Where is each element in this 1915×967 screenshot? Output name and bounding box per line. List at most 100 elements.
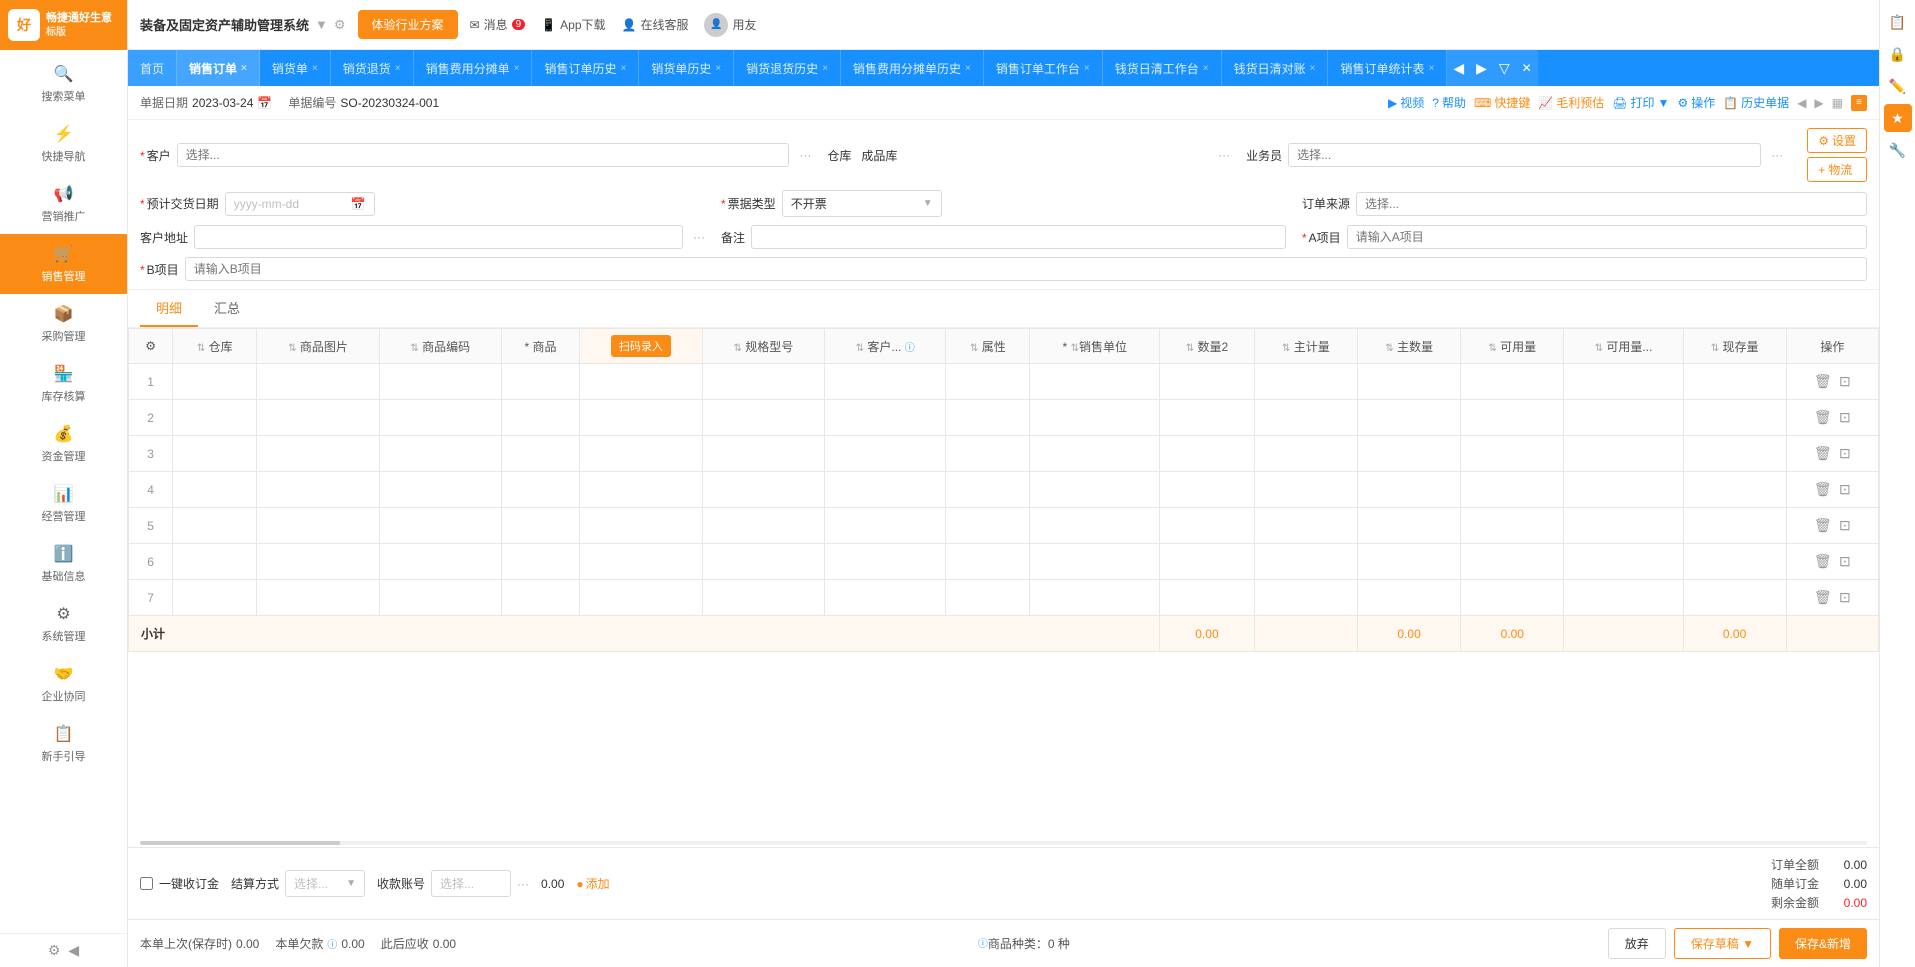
nav-prev-icon[interactable]: ◀ (1797, 96, 1806, 110)
tab-close-icon[interactable]: × (822, 63, 828, 74)
auto-collect-checkbox[interactable] (140, 877, 153, 890)
warehouse-dots[interactable]: ··· (1218, 148, 1230, 162)
delete-row-btn[interactable]: 🗑 (1812, 479, 1834, 500)
th-settings[interactable]: ⚙ (129, 329, 173, 364)
right-panel-edit-icon[interactable]: ✏️ (1884, 72, 1912, 100)
settings-bottom-icon[interactable]: ⚙ (48, 942, 61, 959)
tab-nav-prev[interactable]: ◀ (1447, 50, 1470, 86)
customer-input[interactable] (177, 143, 790, 167)
right-panel-tool-icon[interactable]: 🔧 (1884, 136, 1912, 164)
settle-select[interactable]: 选择... ▼ (285, 870, 365, 897)
calendar-icon[interactable]: 📅 (257, 96, 272, 110)
add-btn[interactable]: ● 添加 (576, 875, 609, 892)
th-scan[interactable]: 扫码录入 (580, 329, 703, 364)
sidebar-item-quick[interactable]: ⚡ 快捷导航 (0, 114, 127, 174)
list-view-icon[interactable]: ≡ (1851, 95, 1867, 111)
tab-cash-workbench[interactable]: 钱货日清工作台 × (1103, 50, 1222, 86)
tab-close-icon[interactable]: × (1084, 63, 1090, 74)
tab-order-stats[interactable]: 销售订单统计表 × (1328, 50, 1447, 86)
sidebar-item-guide[interactable]: 📋 新手引导 (0, 714, 127, 774)
address-dots[interactable]: ··· (693, 230, 705, 244)
collect-dots[interactable]: ··· (517, 877, 529, 891)
nav-next-icon[interactable]: ▶ (1814, 96, 1823, 110)
message-item[interactable]: ✉ 消息 9 (470, 16, 526, 33)
tab-cash-reconcile[interactable]: 钱货日清对账 × (1222, 50, 1329, 86)
copy-row-btn[interactable]: ⊡ (1837, 515, 1853, 536)
profit-action[interactable]: 📈 毛利预估 (1538, 94, 1604, 111)
grid-view-icon[interactable]: ▦ (1832, 96, 1843, 110)
online-service-item[interactable]: 👤 在线客服 (622, 16, 689, 33)
settings-btn[interactable]: ⚙ 设置 (1807, 128, 1867, 153)
save-new-btn[interactable]: 保存&新增 (1779, 928, 1867, 959)
delete-row-btn[interactable]: 🗑 (1812, 371, 1834, 392)
sidebar-item-marketing[interactable]: 📢 营销推广 (0, 174, 127, 234)
tab-sales-fee[interactable]: 销售费用分摊单 × (414, 50, 533, 86)
right-panel-doc-icon[interactable]: 📋 (1884, 8, 1912, 36)
tab-return-history[interactable]: 销货退货历史 × (734, 50, 841, 86)
delete-row-btn[interactable]: 🗑 (1812, 515, 1834, 536)
calendar-icon[interactable]: 📅 (351, 197, 366, 211)
dropdown-icon[interactable]: ▼ (315, 17, 328, 32)
sidebar-item-finance[interactable]: 💰 资金管理 (0, 414, 127, 474)
sidebar-item-corp[interactable]: 🤝 企业协同 (0, 654, 127, 714)
sidebar-item-basic[interactable]: ℹ️ 基础信息 (0, 534, 127, 594)
delete-row-btn[interactable]: 🗑 (1812, 587, 1834, 608)
tab-sales-order[interactable]: 销售订单 × (177, 50, 260, 86)
tab-close-icon[interactable]: × (395, 63, 401, 74)
th-main-unit[interactable]: ⇅ 主计量 (1254, 329, 1357, 364)
sidebar-item-search[interactable]: 🔍 搜索菜单 (0, 54, 127, 114)
a-project-input[interactable] (1347, 225, 1867, 249)
sidebar-item-system[interactable]: ⚙ 系统管理 (0, 594, 127, 654)
sidebar-item-purchase[interactable]: 📦 采购管理 (0, 294, 127, 354)
industry-btn[interactable]: 体验行业方案 (358, 10, 458, 39)
th-unit[interactable]: * ⇅销售单位 (1030, 329, 1160, 364)
th-qty2[interactable]: ⇅ 数量2 (1160, 329, 1255, 364)
sidebar-item-inventory[interactable]: 🏪 库存核算 (0, 354, 127, 414)
scan-btn[interactable]: 扫码录入 (611, 335, 671, 357)
tab-close-all[interactable]: ✕ (1516, 50, 1538, 86)
view-action[interactable]: ▶ 视频 (1388, 94, 1424, 111)
copy-row-btn[interactable]: ⊡ (1837, 407, 1853, 428)
invoice-select[interactable]: 不开票 ▼ (782, 190, 942, 217)
tab-fee-history[interactable]: 销售费用分摊单历史 × (841, 50, 984, 86)
copy-row-btn[interactable]: ⊡ (1837, 479, 1853, 500)
tab-summary[interactable]: 汇总 (198, 290, 256, 327)
th-available[interactable]: ⇅ 可用量 (1461, 329, 1564, 364)
copy-row-btn[interactable]: ⊡ (1837, 587, 1853, 608)
tab-close-icon[interactable]: × (312, 63, 318, 74)
tab-nav-next[interactable]: ▶ (1470, 50, 1493, 86)
b-project-input[interactable] (185, 257, 1867, 281)
tab-close-icon[interactable]: × (241, 63, 247, 74)
copy-row-btn[interactable]: ⊡ (1837, 371, 1853, 392)
tab-bill-history[interactable]: 销货单历史 × (639, 50, 734, 86)
th-product[interactable]: * 商品 (501, 329, 579, 364)
right-panel-star-icon[interactable]: ★ (1884, 104, 1912, 132)
delete-row-btn[interactable]: 🗑 (1812, 443, 1834, 464)
history-action[interactable]: 📋 历史单据 (1723, 94, 1789, 111)
help-action[interactable]: ? 帮助 (1432, 94, 1466, 111)
tab-order-history[interactable]: 销售订单历史 × (532, 50, 639, 86)
th-code[interactable]: ⇅ 商品编码 (379, 329, 501, 364)
copy-row-btn[interactable]: ⊡ (1837, 551, 1853, 572)
user-item[interactable]: 👤 用友 (704, 13, 756, 37)
delete-row-btn[interactable]: 🗑 (1812, 551, 1834, 572)
staff-input[interactable] (1288, 143, 1761, 167)
sidebar-item-operation[interactable]: 📊 经营管理 (0, 474, 127, 534)
order-source-input[interactable] (1356, 192, 1867, 216)
th-attribute[interactable]: ⇅ 属性 (946, 329, 1030, 364)
tab-sales-return[interactable]: 销货退货 × (331, 50, 414, 86)
tab-detail[interactable]: 明细 (140, 290, 198, 327)
app-download-item[interactable]: 📱 App下载 (541, 16, 605, 33)
th-stock[interactable]: ⇅ 现存量 (1683, 329, 1786, 364)
tab-close-icon[interactable]: × (514, 63, 520, 74)
th-customer-code[interactable]: ⇅ 客户... ⓘ (825, 329, 946, 364)
delivery-date[interactable]: yyyy-mm-dd 📅 (225, 192, 375, 216)
note-input[interactable] (751, 225, 1286, 249)
shortcut-action[interactable]: ⌨ 快捷键 (1474, 94, 1530, 111)
staff-dots[interactable]: ··· (1771, 148, 1783, 162)
discard-btn[interactable]: 放弃 (1608, 928, 1666, 959)
customer-dots[interactable]: ··· (799, 148, 811, 162)
tab-order-workbench[interactable]: 销售订单工作台 × (984, 50, 1103, 86)
print-action[interactable]: 🖨 打印 ▼ (1612, 94, 1669, 111)
th-available2[interactable]: ⇅ 可用量... (1564, 329, 1683, 364)
